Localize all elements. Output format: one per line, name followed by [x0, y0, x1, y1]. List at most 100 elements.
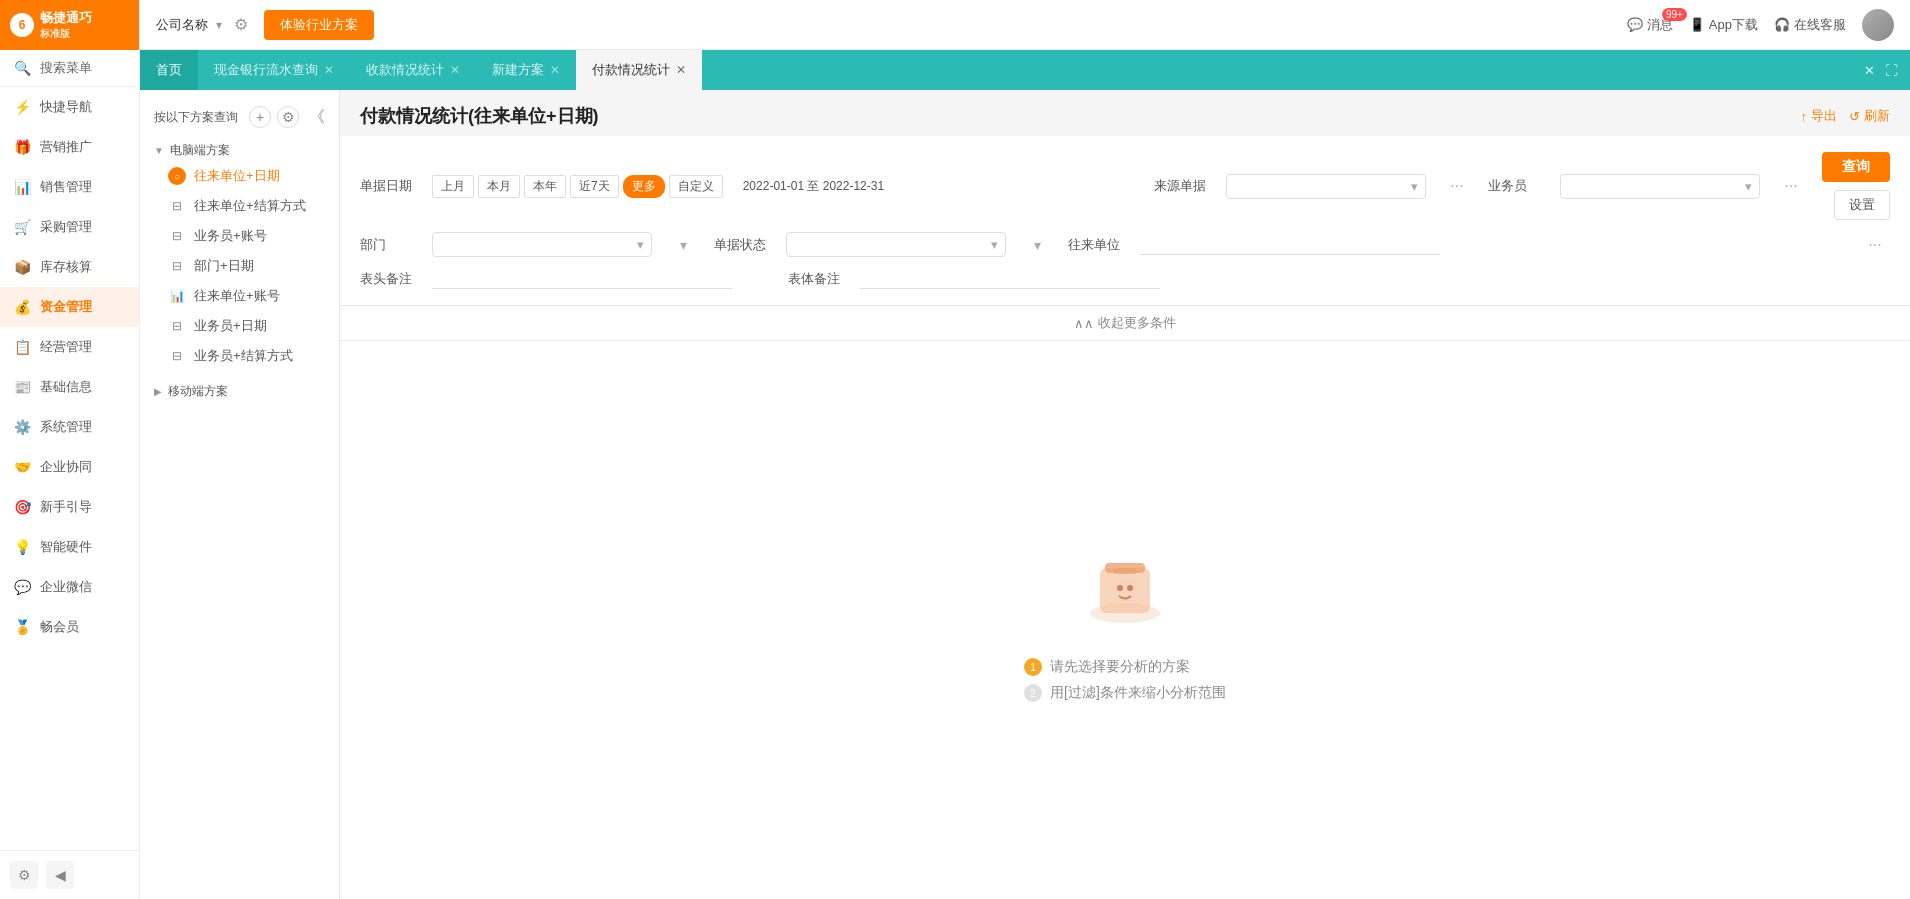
sidebar-item-quick-nav[interactable]: ⚡ 快捷导航 — [0, 87, 139, 127]
scheme-item-unit-payment[interactable]: ⊟ 往来单位+结算方式 — [140, 191, 339, 221]
scheme-group-mobile-label[interactable]: ▶ 移动端方案 — [140, 379, 339, 402]
source-select-wrap — [1226, 174, 1426, 199]
sidebar-item-sales[interactable]: 📊 销售管理 — [0, 167, 139, 207]
tab-payments[interactable]: 付款情况统计 ✕ — [576, 50, 702, 90]
date-buttons: 上月 本月 本年 近7天 更多 自定义 — [432, 175, 723, 198]
filter-collapse-btn[interactable]: ∧∧ 收起更多条件 — [1074, 314, 1176, 332]
voucher-status-select[interactable] — [786, 232, 1006, 257]
sidebar-item-basic-info[interactable]: 📰 基础信息 — [0, 367, 139, 407]
scheme-group-mobile-text: 移动端方案 — [168, 383, 228, 400]
voucher-status-chevron[interactable]: ▾ — [1022, 237, 1052, 253]
scheme-item-staff-account-icon: ⊟ — [168, 227, 186, 245]
page-actions: ↑ 导出 ↺ 刷新 — [1801, 107, 1891, 125]
filter-row-3: 表头备注 表体备注 — [360, 269, 1890, 289]
dept-chevron[interactable]: ▾ — [668, 237, 698, 253]
date-btn-7days[interactable]: 近7天 — [570, 175, 619, 198]
window-btns: ✕ ⛶ — [1852, 63, 1910, 78]
sidebar-search[interactable]: 🔍 搜索菜单 — [0, 50, 139, 87]
sidebar-header: 6 畅捷通巧 标准版 — [0, 0, 139, 50]
scheme-item-unit-date[interactable]: ○ 往来单位+日期 — [140, 161, 339, 191]
source-select[interactable] — [1226, 174, 1426, 199]
export-btn[interactable]: ↑ 导出 — [1801, 107, 1838, 125]
filter-row-1: 单据日期 上月 本月 本年 近7天 更多 自定义 2022-01-01 至 20… — [360, 152, 1890, 220]
tab-payments-close[interactable]: ✕ — [676, 63, 686, 77]
scheme-collapse-btn[interactable]: 《 — [309, 107, 325, 128]
sidebar-settings-btn[interactable]: ⚙ — [10, 861, 38, 889]
topbar-message[interactable]: 💬 消息 99+ — [1627, 16, 1673, 34]
user-avatar[interactable] — [1862, 9, 1894, 41]
export-label: 导出 — [1811, 107, 1837, 125]
scheme-item-staff-payment-icon: ⊟ — [168, 347, 186, 365]
scheme-item-dept-date[interactable]: ⊟ 部门+日期 — [140, 251, 339, 281]
sidebar-item-label: 资金管理 — [40, 298, 92, 316]
scheme-add-btn[interactable]: + — [249, 106, 271, 128]
filter-collapse: ∧∧ 收起更多条件 — [340, 306, 1910, 341]
query-actions: 查询 设置 — [1822, 152, 1890, 220]
scheme-group-desktop-label[interactable]: ▼ 电脑端方案 — [140, 138, 339, 161]
tab-payments-label: 付款情况统计 — [592, 61, 670, 79]
sidebar-item-guide[interactable]: 🎯 新手引导 — [0, 487, 139, 527]
sidebar: 6 畅捷通巧 标准版 🔍 搜索菜单 ⚡ 快捷导航 🎁 营销推广 📊 销售管理 🛒… — [0, 0, 140, 899]
settings-btn[interactable]: 设置 — [1834, 190, 1890, 220]
wechat-icon: 💬 — [12, 577, 32, 597]
sidebar-item-finance[interactable]: 💰 资金管理 — [0, 287, 139, 327]
date-btn-custom[interactable]: 自定义 — [669, 175, 723, 198]
scheme-item-staff-payment[interactable]: ⊟ 业务员+结算方式 — [140, 341, 339, 371]
tab-receipts[interactable]: 收款情况统计 ✕ — [350, 50, 476, 90]
service-label: 在线客服 — [1794, 16, 1846, 34]
collapse-up-icon: ∧∧ — [1074, 316, 1094, 331]
collapse-icon: ◀ — [55, 867, 66, 883]
dept-select[interactable] — [432, 232, 652, 257]
tab-home[interactable]: 首页 — [140, 50, 198, 90]
tab-cashflow[interactable]: 现金银行流水查询 ✕ — [198, 50, 350, 90]
sidebar-item-wechat[interactable]: 💬 企业微信 — [0, 567, 139, 607]
partner-ellipsis[interactable]: ··· — [1860, 236, 1890, 254]
table-body-note-input[interactable] — [860, 269, 1160, 289]
table-body-note-label: 表体备注 — [788, 270, 844, 288]
topbar-app-download[interactable]: 📱 App下载 — [1689, 16, 1758, 34]
scheme-settings-btn[interactable]: ⚙ — [277, 106, 299, 128]
sidebar-item-label: 基础信息 — [40, 378, 92, 396]
sidebar-item-cooperation[interactable]: 🤝 企业协同 — [0, 447, 139, 487]
company-dropdown-icon[interactable]: ▾ — [216, 18, 222, 32]
sales-ellipsis[interactable]: ··· — [1776, 177, 1806, 195]
table-header-note-input[interactable] — [432, 269, 732, 289]
tab-cashflow-close[interactable]: ✕ — [324, 63, 334, 77]
scheme-group-desktop: ▼ 电脑端方案 ○ 往来单位+日期 ⊟ 往来单位+结算方式 ⊟ 业务员+账号 ⊟ — [140, 134, 339, 375]
sidebar-item-operations[interactable]: 📋 经营管理 — [0, 327, 139, 367]
date-btn-this-year[interactable]: 本年 — [524, 175, 566, 198]
empty-state-icon — [1075, 538, 1175, 638]
date-btn-more[interactable]: 更多 — [623, 175, 665, 198]
sidebar-item-hardware[interactable]: 💡 智能硬件 — [0, 527, 139, 567]
tip-2-text: 用[过滤]条件来缩小分析范围 — [1050, 684, 1226, 702]
tip-1-text: 请先选择要分析的方案 — [1050, 658, 1190, 676]
topbar-gear-icon[interactable]: ⚙ — [234, 15, 248, 34]
trial-btn[interactable]: 体验行业方案 — [264, 10, 374, 40]
scheme-item-unit-payment-label: 往来单位+结算方式 — [194, 197, 306, 215]
sidebar-item-inventory[interactable]: 📦 库存核算 — [0, 247, 139, 287]
window-expand-icon[interactable]: ⛶ — [1885, 63, 1898, 78]
sidebar-item-label: 经营管理 — [40, 338, 92, 356]
topbar-online-service[interactable]: 🎧 在线客服 — [1774, 16, 1846, 34]
sidebar-item-label: 畅会员 — [40, 618, 79, 636]
partner-input[interactable] — [1140, 235, 1440, 255]
scheme-item-staff-account[interactable]: ⊟ 业务员+账号 — [140, 221, 339, 251]
refresh-btn[interactable]: ↺ 刷新 — [1849, 107, 1890, 125]
tab-new-scheme-close[interactable]: ✕ — [550, 63, 560, 77]
window-close-icon[interactable]: ✕ — [1864, 63, 1875, 78]
tab-new-scheme[interactable]: 新建方案 ✕ — [476, 50, 576, 90]
scheme-item-staff-date[interactable]: ⊟ 业务员+日期 — [140, 311, 339, 341]
sidebar-collapse-btn[interactable]: ◀ — [46, 861, 74, 889]
scheme-item-unit-account[interactable]: 📊 往来单位+账号 — [140, 281, 339, 311]
sidebar-item-marketing[interactable]: 🎁 营销推广 — [0, 127, 139, 167]
date-btn-this-month[interactable]: 本月 — [478, 175, 520, 198]
sales-select[interactable] — [1560, 174, 1760, 199]
query-btn[interactable]: 查询 — [1822, 152, 1890, 182]
sidebar-item-purchase[interactable]: 🛒 采购管理 — [0, 207, 139, 247]
tab-receipts-close[interactable]: ✕ — [450, 63, 460, 77]
message-badge: 99+ — [1662, 8, 1687, 21]
date-btn-last-month[interactable]: 上月 — [432, 175, 474, 198]
source-ellipsis[interactable]: ··· — [1442, 177, 1472, 195]
sidebar-item-member[interactable]: 🏅 畅会员 — [0, 607, 139, 647]
sidebar-item-system[interactable]: ⚙️ 系统管理 — [0, 407, 139, 447]
